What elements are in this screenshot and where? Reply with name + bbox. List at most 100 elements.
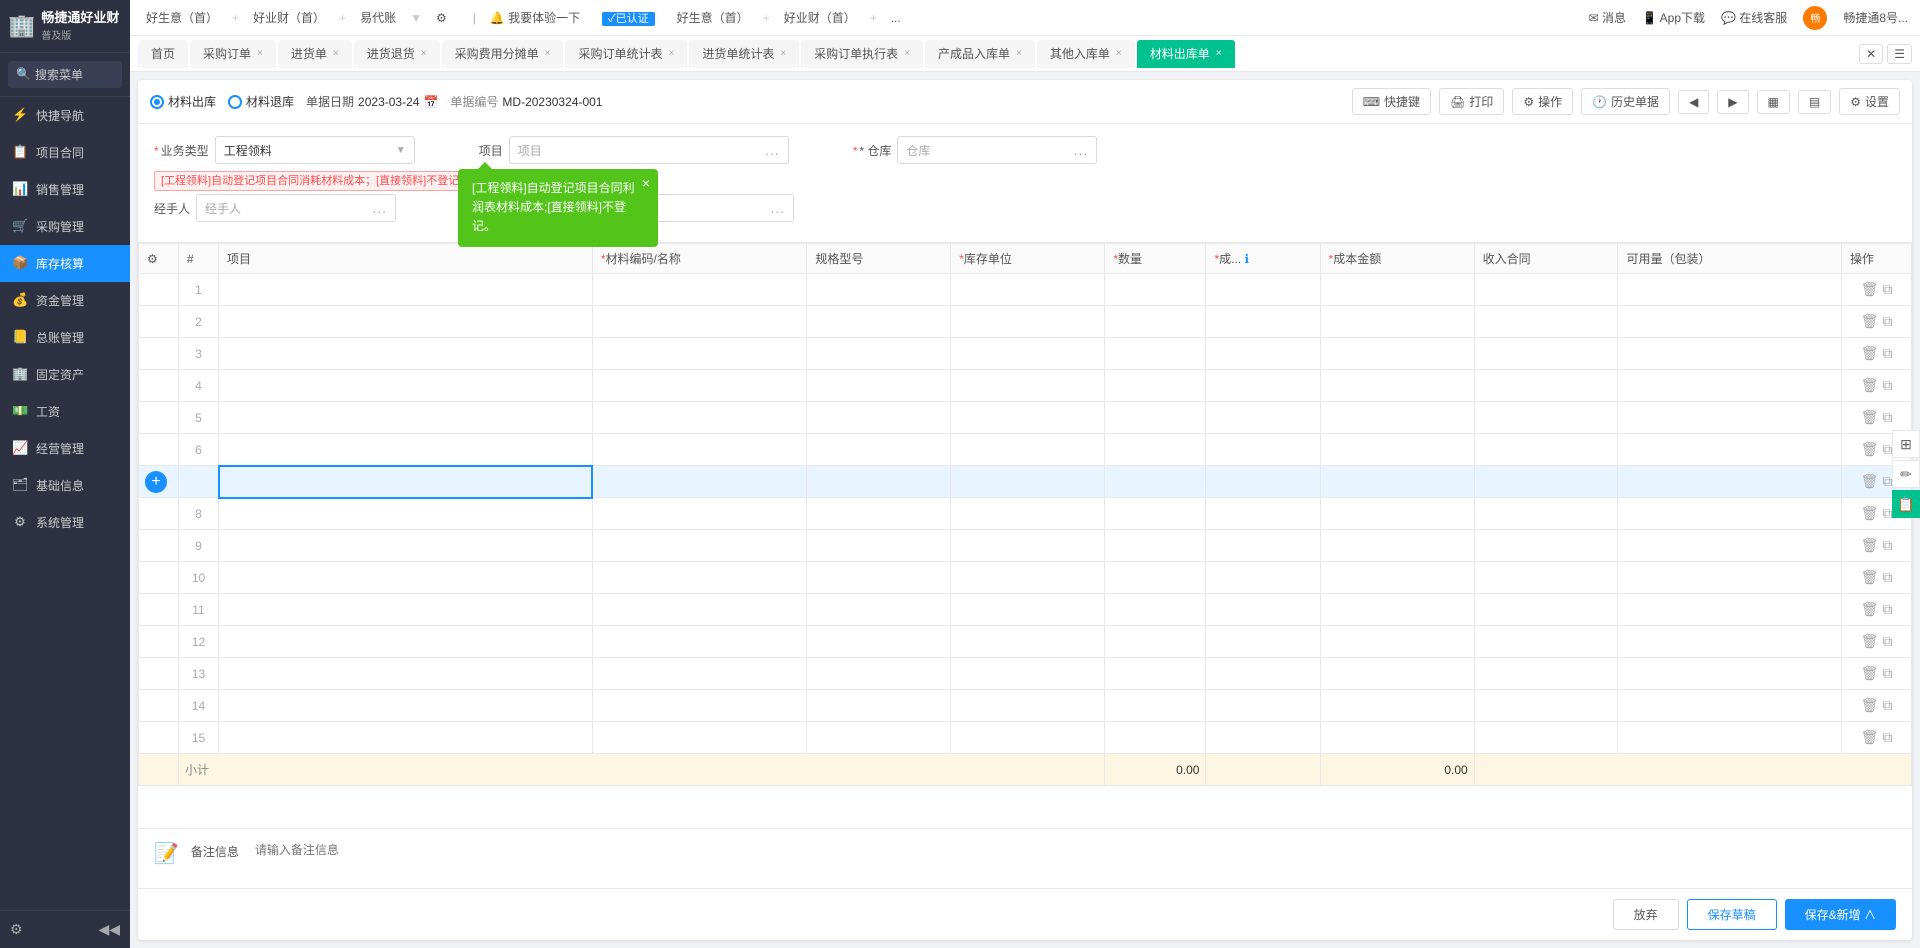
- sidebar-collapse-button[interactable]: ◀◀: [98, 921, 120, 938]
- tab-other-in[interactable]: 其他入库单×: [1037, 40, 1135, 68]
- copy-row-button[interactable]: ⧉: [1882, 633, 1892, 650]
- operations-button[interactable]: ⚙ 操作: [1512, 88, 1573, 115]
- sidebar-item-assets[interactable]: 🏢 固定资产: [0, 356, 130, 393]
- tab-inbound-return[interactable]: 进货退货×: [354, 40, 440, 68]
- sidebar-item-inventory[interactable]: 📦 库存核算: [0, 245, 130, 282]
- nav-next-button[interactable]: ▶: [1717, 90, 1748, 114]
- warehouse-input[interactable]: 仓库 ...: [897, 136, 1097, 164]
- delete-row-button[interactable]: 🗑: [1861, 569, 1879, 586]
- sidebar-item-sales[interactable]: 📊 销售管理: [0, 171, 130, 208]
- copy-row-button[interactable]: ⧉: [1882, 377, 1892, 394]
- top-nav-easy-trade[interactable]: 易代账: [356, 7, 400, 28]
- calendar-icon[interactable]: 📅: [423, 95, 438, 109]
- sidebar-item-basic[interactable]: 🗂 基础信息: [0, 467, 130, 504]
- user-avatar[interactable]: 畅: [1803, 6, 1827, 30]
- discard-button[interactable]: 放弃: [1613, 899, 1679, 930]
- delete-row-button[interactable]: 🗑: [1861, 473, 1879, 490]
- tab-close-icon[interactable]: ×: [1016, 48, 1022, 59]
- top-nav-good-finance2[interactable]: 好业财（首）: [780, 7, 860, 28]
- delete-row-button[interactable]: 🗑: [1861, 537, 1879, 554]
- delete-row-button[interactable]: 🗑: [1861, 505, 1879, 522]
- shortcut-button[interactable]: ⌨ 快捷键: [1352, 88, 1431, 115]
- app-download-button[interactable]: 📱 App下载: [1642, 9, 1705, 26]
- sidebar-item-finance[interactable]: 💰 资金管理: [0, 282, 130, 319]
- save-draft-button[interactable]: 保存草稿: [1687, 899, 1777, 930]
- delete-row-button[interactable]: 🗑: [1861, 601, 1879, 618]
- delete-row-button[interactable]: 🗑: [1861, 729, 1879, 746]
- sidebar-item-ops[interactable]: 📈 经营管理: [0, 430, 130, 467]
- top-nav-try[interactable]: 🔔 我要体验一下: [486, 7, 584, 28]
- view-detail-button[interactable]: ▤: [1798, 90, 1831, 114]
- radio-material-return[interactable]: 材料退库: [228, 93, 294, 110]
- tooltip-close-button[interactable]: ×: [642, 175, 650, 191]
- copy-row-button[interactable]: ⧉: [1882, 505, 1892, 522]
- delete-row-button[interactable]: 🗑: [1861, 697, 1879, 714]
- copy-row-button[interactable]: ⧉: [1882, 441, 1892, 458]
- tab-purchase-stat[interactable]: 采购订单统计表×: [565, 40, 687, 68]
- delete-row-button[interactable]: 🗑: [1861, 281, 1879, 298]
- tab-close-icon[interactable]: ×: [904, 48, 910, 59]
- tab-close-icon[interactable]: ×: [668, 48, 674, 59]
- tab-product-in[interactable]: 产成品入库单×: [925, 40, 1035, 68]
- tab-close-icon[interactable]: ×: [1116, 48, 1122, 59]
- copy-row-button[interactable]: ⧉: [1882, 473, 1892, 490]
- top-nav-settings[interactable]: ⚙: [432, 9, 451, 27]
- add-row-button[interactable]: +: [145, 471, 167, 493]
- tab-purchase-cost[interactable]: 采购费用分摊单×: [442, 40, 564, 68]
- right-panel-btn-3[interactable]: 📋: [1892, 490, 1920, 518]
- tab-close-icon[interactable]: ×: [780, 48, 786, 59]
- delete-row-button[interactable]: 🗑: [1861, 313, 1879, 330]
- tab-close-icon[interactable]: ×: [421, 48, 427, 59]
- copy-row-button[interactable]: ⧉: [1882, 409, 1892, 426]
- history-button[interactable]: 🕐 历史单据: [1581, 88, 1670, 115]
- view-list-button[interactable]: ▦: [1757, 90, 1790, 114]
- top-nav-good-biz2[interactable]: 好生意（首）: [673, 7, 753, 28]
- tab-close-icon[interactable]: ×: [333, 48, 339, 59]
- tab-close-icon[interactable]: ×: [545, 48, 551, 59]
- copy-row-button[interactable]: ⧉: [1882, 281, 1892, 298]
- tab-material-out[interactable]: 材料出库单×: [1137, 40, 1235, 68]
- biz-type-input[interactable]: 工程领料 ▼: [215, 136, 415, 164]
- search-menu-button[interactable]: 🔍 搜索菜单: [8, 61, 122, 88]
- notes-input[interactable]: [251, 837, 1896, 877]
- copy-row-button[interactable]: ⧉: [1882, 569, 1892, 586]
- tab-purchase-order[interactable]: 采购订单×: [190, 40, 276, 68]
- online-service-button[interactable]: 💬 在线客服: [1721, 9, 1787, 26]
- sidebar-item-system[interactable]: ⚙ 系统管理: [0, 504, 130, 541]
- copy-row-button[interactable]: ⧉: [1882, 345, 1892, 362]
- copy-row-button[interactable]: ⧉: [1882, 537, 1892, 554]
- right-panel-btn-2[interactable]: ✏: [1892, 460, 1920, 488]
- top-nav-good-finance[interactable]: 好业财（首）: [249, 7, 329, 28]
- agent-input[interactable]: 经手人 ...: [196, 194, 396, 222]
- sidebar-item-payroll[interactable]: 💵 工资: [0, 393, 130, 430]
- tab-home[interactable]: 首页: [138, 40, 188, 68]
- copy-row-button[interactable]: ⧉: [1882, 697, 1892, 714]
- sidebar-item-quick-nav[interactable]: ⚡ 快捷导航: [0, 97, 130, 134]
- copy-row-button[interactable]: ⧉: [1882, 313, 1892, 330]
- delete-row-button[interactable]: 🗑: [1861, 633, 1879, 650]
- right-panel-btn-1[interactable]: ⊞: [1892, 430, 1920, 458]
- copy-row-button[interactable]: ⧉: [1882, 729, 1892, 746]
- delete-row-button[interactable]: 🗑: [1861, 409, 1879, 426]
- sidebar-item-purchase[interactable]: 🛒 采购管理: [0, 208, 130, 245]
- project-input[interactable]: 项目 ...: [509, 136, 789, 164]
- tab-inbound[interactable]: 进货单×: [278, 40, 352, 68]
- tab-inbound-stat[interactable]: 进货单统计表×: [689, 40, 799, 68]
- sidebar-item-project[interactable]: 📋 项目合同: [0, 134, 130, 171]
- page-settings-button[interactable]: ⚙ 设置: [1839, 88, 1900, 115]
- copy-row-button[interactable]: ⧉: [1882, 665, 1892, 682]
- top-nav-good-biz[interactable]: 好生意（首）: [142, 7, 222, 28]
- tab-purchase-exec[interactable]: 采购订单执行表×: [801, 40, 923, 68]
- radio-material-out[interactable]: 材料出库: [150, 93, 216, 110]
- delete-row-button[interactable]: 🗑: [1861, 345, 1879, 362]
- message-button[interactable]: ✉ 消息: [1589, 9, 1626, 26]
- save-new-button[interactable]: 保存&新增 ∧: [1785, 899, 1896, 930]
- col-settings-header[interactable]: ⚙: [139, 244, 179, 274]
- sidebar-settings-button[interactable]: ⚙: [10, 921, 23, 938]
- nav-prev-button[interactable]: ◀: [1678, 90, 1709, 114]
- active-cell-input[interactable]: [226, 475, 586, 489]
- sidebar-item-ledger[interactable]: 📒 总账管理: [0, 319, 130, 356]
- tab-menu-button[interactable]: ☰: [1887, 44, 1912, 64]
- top-nav-more[interactable]: ...: [887, 9, 905, 27]
- tab-close-icon[interactable]: ×: [1216, 48, 1222, 59]
